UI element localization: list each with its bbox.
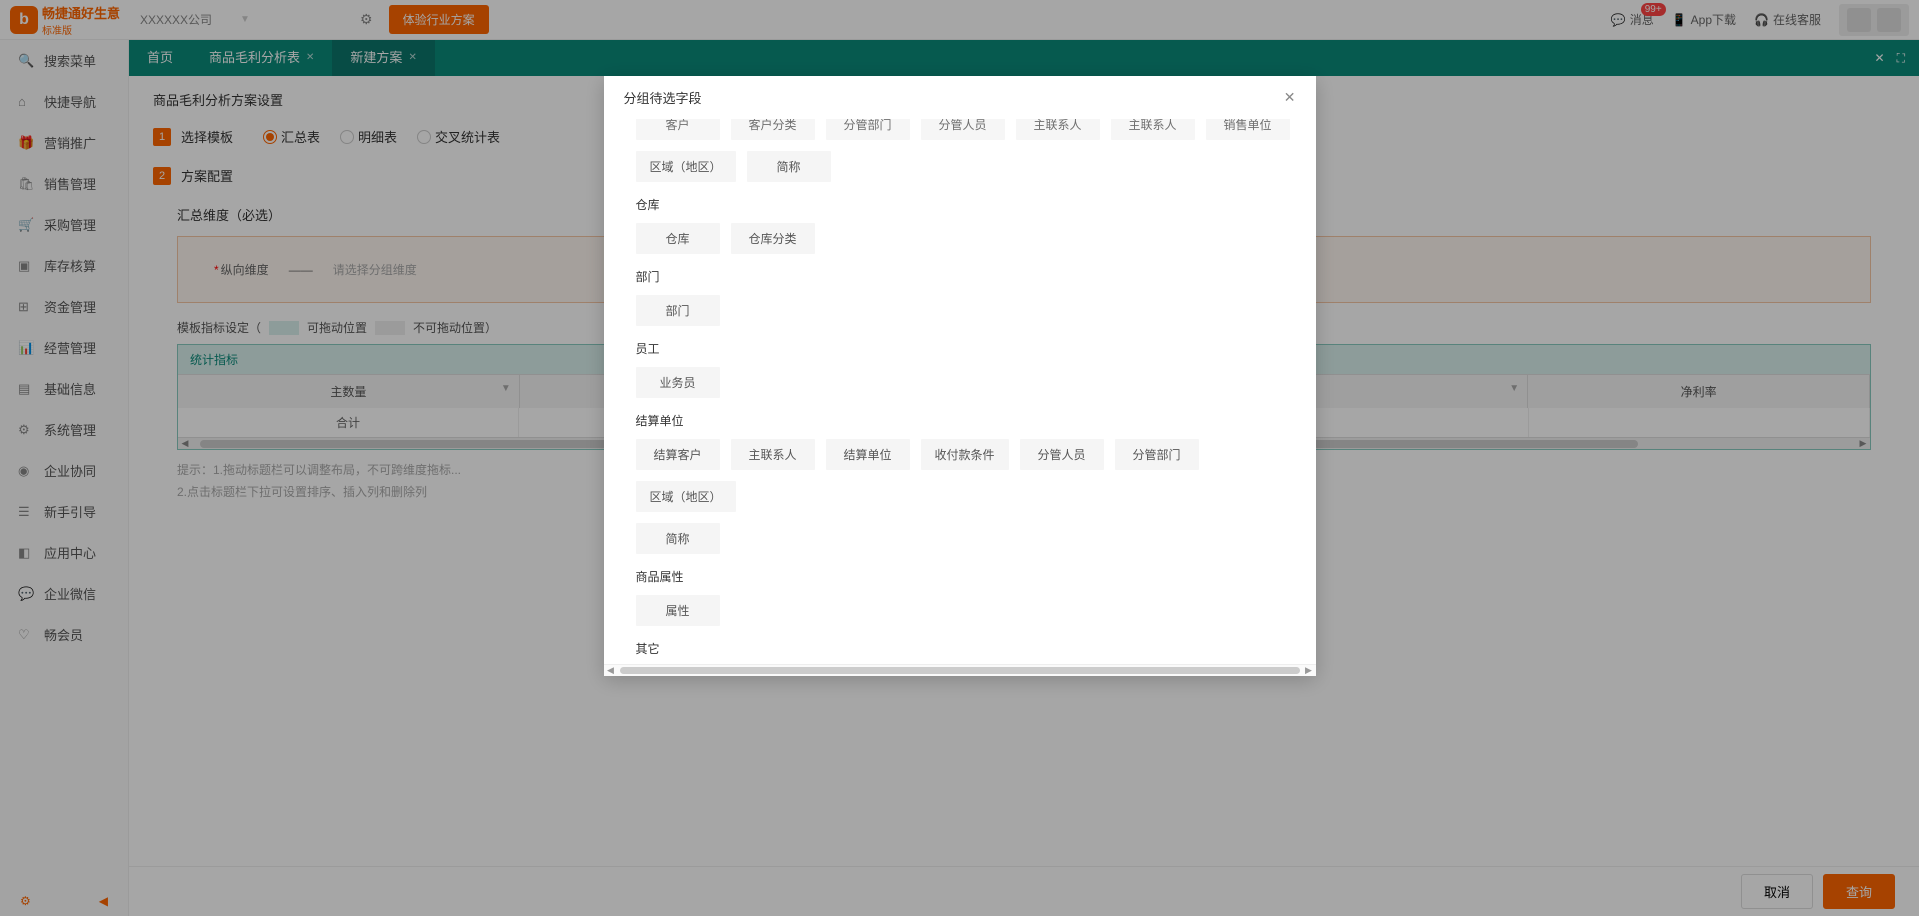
field-chip[interactable]: 部门	[636, 295, 720, 326]
field-chip-row: 仓库仓库分类	[636, 223, 1292, 254]
modal-hscroll[interactable]: ◀ ▶	[604, 664, 1316, 676]
field-chip[interactable]: 分管部门	[1115, 439, 1199, 470]
field-chip[interactable]: 主联系人	[731, 439, 815, 470]
field-chip[interactable]: 主联系人	[1111, 119, 1195, 140]
field-chip-row: 结算客户主联系人结算单位收付款条件分管人员分管部门区域（地区）	[636, 439, 1292, 512]
field-group-title: 商品属性	[636, 568, 1292, 585]
modal-title: 分组待选字段	[624, 88, 702, 107]
field-chip-row: 属性	[636, 595, 1292, 626]
field-group-title: 仓库	[636, 196, 1292, 213]
field-chip-row: 部门	[636, 295, 1292, 326]
modal-overlay: 分组待选字段 ✕ 客户客户分类分管部门分管人员主联系人主联系人销售单位 区域（地…	[0, 0, 1919, 916]
field-chip[interactable]: 仓库	[636, 223, 720, 254]
field-chip[interactable]: 主联系人	[1016, 119, 1100, 140]
field-chip[interactable]: 销售单位	[1206, 119, 1290, 140]
field-chip[interactable]: 分管人员	[921, 119, 1005, 140]
field-group-title: 部门	[636, 268, 1292, 285]
close-icon[interactable]: ✕	[1284, 89, 1296, 106]
field-chip[interactable]: 分管部门	[826, 119, 910, 140]
field-chip[interactable]: 分管人员	[1020, 439, 1104, 470]
field-chip[interactable]: 属性	[636, 595, 720, 626]
modal-body: 客户客户分类分管部门分管人员主联系人主联系人销售单位 区域（地区）简称 仓库仓库…	[604, 119, 1316, 664]
field-chip[interactable]: 区域（地区）	[636, 481, 736, 512]
field-chip[interactable]: 客户	[636, 119, 720, 140]
field-chip[interactable]: 客户分类	[731, 119, 815, 140]
field-group-title: 结算单位	[636, 412, 1292, 429]
field-chip[interactable]: 区域（地区）	[636, 151, 736, 182]
scroll-right-icon[interactable]: ▶	[1302, 665, 1316, 676]
field-chip-row: 简称	[636, 523, 1292, 554]
field-chip[interactable]: 结算单位	[826, 439, 910, 470]
field-chip[interactable]: 简称	[747, 151, 831, 182]
field-group-title: 其它	[636, 640, 1292, 657]
scroll-thumb[interactable]	[620, 667, 1300, 674]
scroll-left-icon[interactable]: ◀	[604, 665, 618, 676]
group-field-modal: 分组待选字段 ✕ 客户客户分类分管部门分管人员主联系人主联系人销售单位 区域（地…	[604, 76, 1316, 676]
modal-header: 分组待选字段 ✕	[604, 76, 1316, 119]
field-chip[interactable]: 仓库分类	[731, 223, 815, 254]
field-chip[interactable]: 收付款条件	[921, 439, 1009, 470]
field-group-title: 员工	[636, 340, 1292, 357]
field-chip-row: 业务员	[636, 367, 1292, 398]
field-chip[interactable]: 简称	[636, 523, 720, 554]
field-chip[interactable]: 结算客户	[636, 439, 720, 470]
field-chip[interactable]: 业务员	[636, 367, 720, 398]
